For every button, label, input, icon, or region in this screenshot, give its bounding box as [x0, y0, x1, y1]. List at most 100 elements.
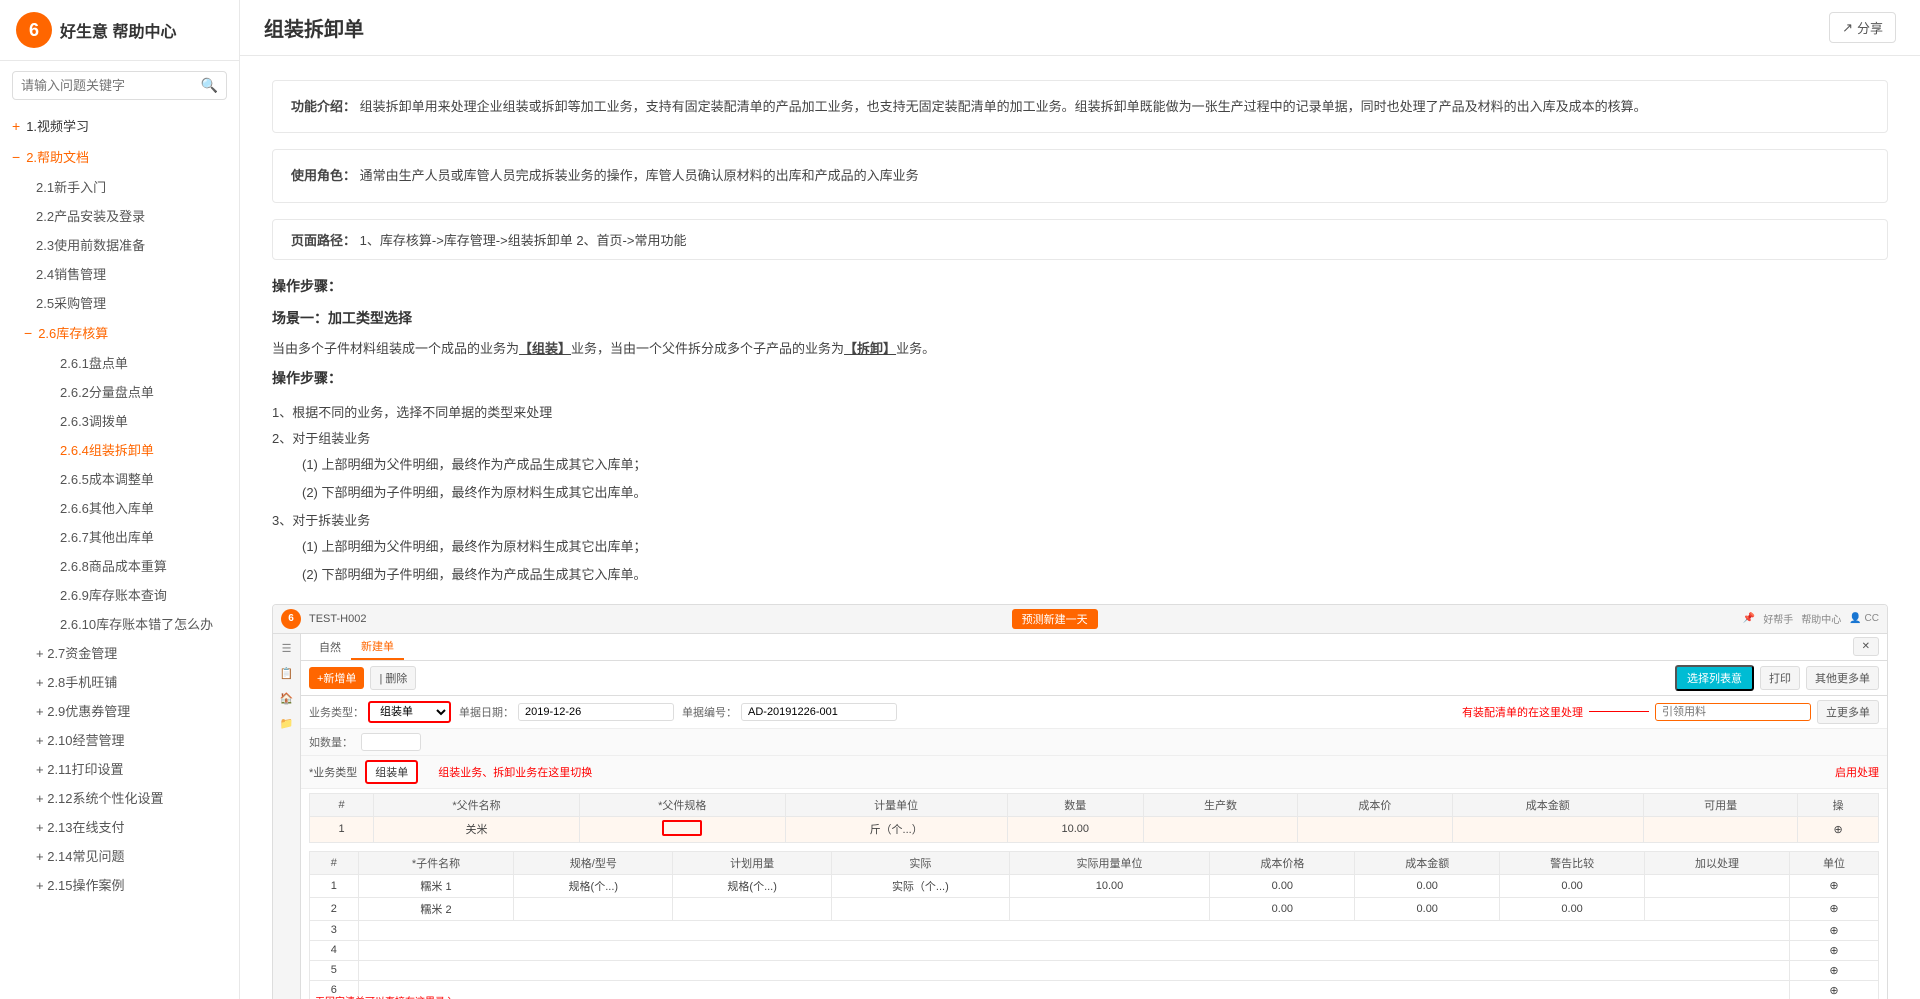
app-type-select[interactable]: 组装单 — [368, 701, 451, 723]
step-2-1: (1) 上部明细为父件明细，最终作为产成品生成其它入库单； — [302, 452, 1888, 478]
step-list: 1、根据不同的业务，选择不同单据的类型来处理 2、对于组装业务 (1) 上部明细… — [272, 400, 1888, 588]
app-parent-table: # *父件名称 *父件规格 计量单位 数量 生产数 成本价 成本金额 可用量 — [309, 793, 1879, 843]
search-input[interactable] — [21, 78, 201, 93]
app-form-area: 业务类型： 组装单 单据日期： 单据编 — [301, 696, 1887, 789]
app-parent-table-wrap: # *父件名称 *父件规格 计量单位 数量 生产数 成本价 成本金额 可用量 — [301, 789, 1887, 847]
sidebar-item-payment[interactable]: + 2.13在线支付 — [24, 812, 239, 841]
app-annotation-list: 有装配清单的在这里处理 — [1462, 704, 1583, 720]
app-td-parent-name: 关米 — [374, 816, 580, 842]
sidebar-item-personalize[interactable]: + 2.12系统个性化设置 — [24, 783, 239, 812]
step-3: 3、对于拆装业务 — [272, 508, 1888, 534]
app-td-unit: 斤（个...） — [785, 816, 1007, 842]
app-sidebar-left: ☰ 📋 🏠 📁 — [273, 634, 301, 999]
app-th-cost-amt: 成本金额 — [1452, 793, 1643, 816]
app-td-cost-amt — [1452, 816, 1643, 842]
sidebar-item-video[interactable]: + 1.视频学习 — [0, 110, 239, 141]
sidebar-item-mobile[interactable]: + 2.8手机旺铺 — [24, 667, 239, 696]
table-row: 1 糯米 1 规格(个...) 规格(个...) 实际（个...) 10.00 … — [310, 874, 1879, 897]
app-delete-btn[interactable]: | 删除 — [370, 666, 416, 690]
sidebar-item-cost-adj[interactable]: 2.6.5成本调整单 — [48, 464, 239, 493]
app-nav-icon-2[interactable]: 📋 — [280, 667, 294, 680]
expand-icon: + — [12, 118, 20, 134]
app-child-table: # *子件名称 规格/型号 计划用量 实际 实际用量单位 成本价格 成本金额 警 — [309, 851, 1879, 999]
sidebar-item-operations[interactable]: + 2.10经营管理 — [24, 725, 239, 754]
app-child-th-cost-amt: 成本金额 — [1355, 851, 1500, 874]
app-main-layout: ☰ 📋 🏠 📁 自然 新建单 ✕ — [273, 634, 1887, 999]
app-td-row-ops[interactable]: ⊕ — [1798, 816, 1879, 842]
app-num-input[interactable] — [361, 733, 421, 751]
sidebar-item-coupon[interactable]: + 2.9优惠券管理 — [24, 696, 239, 725]
sidebar-item-transfer[interactable]: 2.6.3调拨单 — [48, 406, 239, 435]
sidebar-item-assembly[interactable]: 2.6.4组装拆卸单 — [48, 435, 239, 464]
app-type-highlight[interactable]: 组装单 — [365, 760, 418, 784]
app-print-btn[interactable]: 打印 — [1760, 666, 1800, 690]
app-submit-btn[interactable]: 选择列表意 — [1675, 665, 1754, 691]
app-confirm-btn[interactable]: 立更多单 — [1817, 700, 1879, 724]
sidebar-nav: + 1.视频学习 − 2.帮助文档 2.1新手入门 2.2产品安装及登录 2.3… — [0, 110, 239, 999]
app-annotation-direct: 无固定清单可以直接在这里录入 — [315, 993, 455, 999]
search-box[interactable]: 🔍 — [12, 71, 227, 100]
app-th-seq: # — [310, 793, 374, 816]
intro-label: 功能介绍： — [291, 99, 356, 114]
app-child-th-spec: 规格/型号 — [514, 851, 673, 874]
role-text: 通常由生产人员或库管人员完成拆装业务的操作，库管人员确认原材料的出库和产成品的入… — [360, 168, 919, 183]
sidebar-item-cost-recalc[interactable]: 2.6.8商品成本重算 — [48, 551, 239, 580]
app-help-center: 帮助中心 — [1801, 611, 1841, 626]
app-tab-new[interactable]: 新建单 — [351, 634, 404, 660]
app-code-input[interactable] — [741, 703, 897, 721]
app-spec-highlight[interactable] — [662, 820, 702, 836]
app-th-unit: 计量单位 — [785, 793, 1007, 816]
sidebar-item-ledger-error[interactable]: 2.6.10库存账本错了怎么办 — [48, 609, 239, 638]
share-button[interactable]: ↗ 分享 — [1829, 12, 1896, 43]
sidebar-item-docs[interactable]: − 2.帮助文档 — [0, 141, 239, 172]
sidebar-item-stocktake[interactable]: 2.6.1盘点单 — [48, 348, 239, 377]
app-predict-btn[interactable]: 预测新建一天 — [1012, 609, 1098, 629]
step-2-subs: (1) 上部明细为父件明细，最终作为产成品生成其它入库单； (2) 下部明细为子… — [302, 452, 1888, 506]
step-3-subs: (1) 上部明细为父件明细，最终作为原材料生成其它出库单； (2) 下部明细为子… — [302, 534, 1888, 588]
search-icon[interactable]: 🔍 — [201, 77, 218, 94]
app-type-info-label: *业务类型 — [309, 764, 357, 780]
docs-subnav: 2.1新手入门 2.2产品安装及登录 2.3使用前数据准备 2.4销售管理 2.… — [0, 172, 239, 899]
sidebar-item-ledger-query[interactable]: 2.6.9库存账本查询 — [48, 580, 239, 609]
sidebar-item-beginner[interactable]: 2.1新手入门 — [24, 172, 239, 201]
app-date-input[interactable] — [518, 703, 674, 721]
app-form-row1: 业务类型： 组装单 单据日期： 单据编 — [301, 696, 1887, 728]
app-form-toolbar: +新增单 | 删除 选择列表意 打印 其他更多单 — [301, 661, 1887, 696]
sidebar-item-sales[interactable]: 2.4销售管理 — [24, 259, 239, 288]
app-th-cost-price: 成本价 — [1298, 793, 1452, 816]
path-box: 页面路径： 1、库存核算->库存管理->组装拆卸单 2、首页->常用功能 — [272, 219, 1888, 260]
sidebar-item-label: 2.帮助文档 — [26, 147, 89, 166]
app-th-avail: 可用量 — [1643, 793, 1797, 816]
app-right-controls: 有装配清单的在这里处理 立更多单 — [1462, 700, 1879, 724]
app-icon-1: 📌 — [1743, 613, 1755, 624]
sidebar-item-data-prep[interactable]: 2.3使用前数据准备 — [24, 230, 239, 259]
app-bom-input[interactable] — [1655, 703, 1811, 721]
app-nav-icon-4[interactable]: 📁 — [280, 717, 294, 730]
app-tab-natural[interactable]: 自然 — [309, 635, 351, 659]
app-child-th-cost-price: 成本价格 — [1210, 851, 1355, 874]
sidebar-item-other-out[interactable]: 2.6.7其他出库单 — [48, 522, 239, 551]
sidebar-item-purchase[interactable]: 2.5采购管理 — [24, 288, 239, 317]
sidebar-item-inventory[interactable]: − 2.6库存核算 — [24, 317, 239, 348]
sidebar-item-cases[interactable]: + 2.15操作案例 — [24, 870, 239, 899]
app-save-btn[interactable]: +新增单 — [309, 667, 364, 689]
sidebar-item-partial-stocktake[interactable]: 2.6.2分量盘点单 — [48, 377, 239, 406]
logo-icon: 6 — [16, 12, 52, 48]
app-export-btn[interactable]: 其他更多单 — [1806, 666, 1879, 690]
app-body: 自然 新建单 ✕ +新增单 | 删除 选择列表意 打印 其他更多 — [301, 634, 1887, 999]
app-nav-icon-3[interactable]: 🏠 — [280, 692, 294, 705]
sidebar-item-other-in[interactable]: 2.6.6其他入库单 — [48, 493, 239, 522]
app-date-field: 单据日期： — [459, 703, 674, 721]
app-td-spec — [579, 816, 785, 842]
top-bar: 组装拆卸单 ↗ 分享 — [240, 0, 1920, 56]
app-close-btn[interactable]: ✕ — [1853, 637, 1879, 656]
app-child-th-actual-unit: 实际用量单位 — [1009, 851, 1210, 874]
app-test-id: TEST-H002 — [309, 613, 366, 625]
app-nav-icon-1[interactable]: ☰ — [282, 642, 292, 655]
sidebar-item-print[interactable]: + 2.11打印设置 — [24, 754, 239, 783]
collapse-icon-inventory: − — [24, 325, 32, 341]
app-type-row: *业务类型 组装单 组装业务、拆卸业务在这里切换 启用处理 — [301, 756, 1887, 789]
sidebar-item-finance[interactable]: + 2.7资金管理 — [24, 638, 239, 667]
sidebar-item-faq[interactable]: + 2.14常见问题 — [24, 841, 239, 870]
sidebar-item-install[interactable]: 2.2产品安装及登录 — [24, 201, 239, 230]
